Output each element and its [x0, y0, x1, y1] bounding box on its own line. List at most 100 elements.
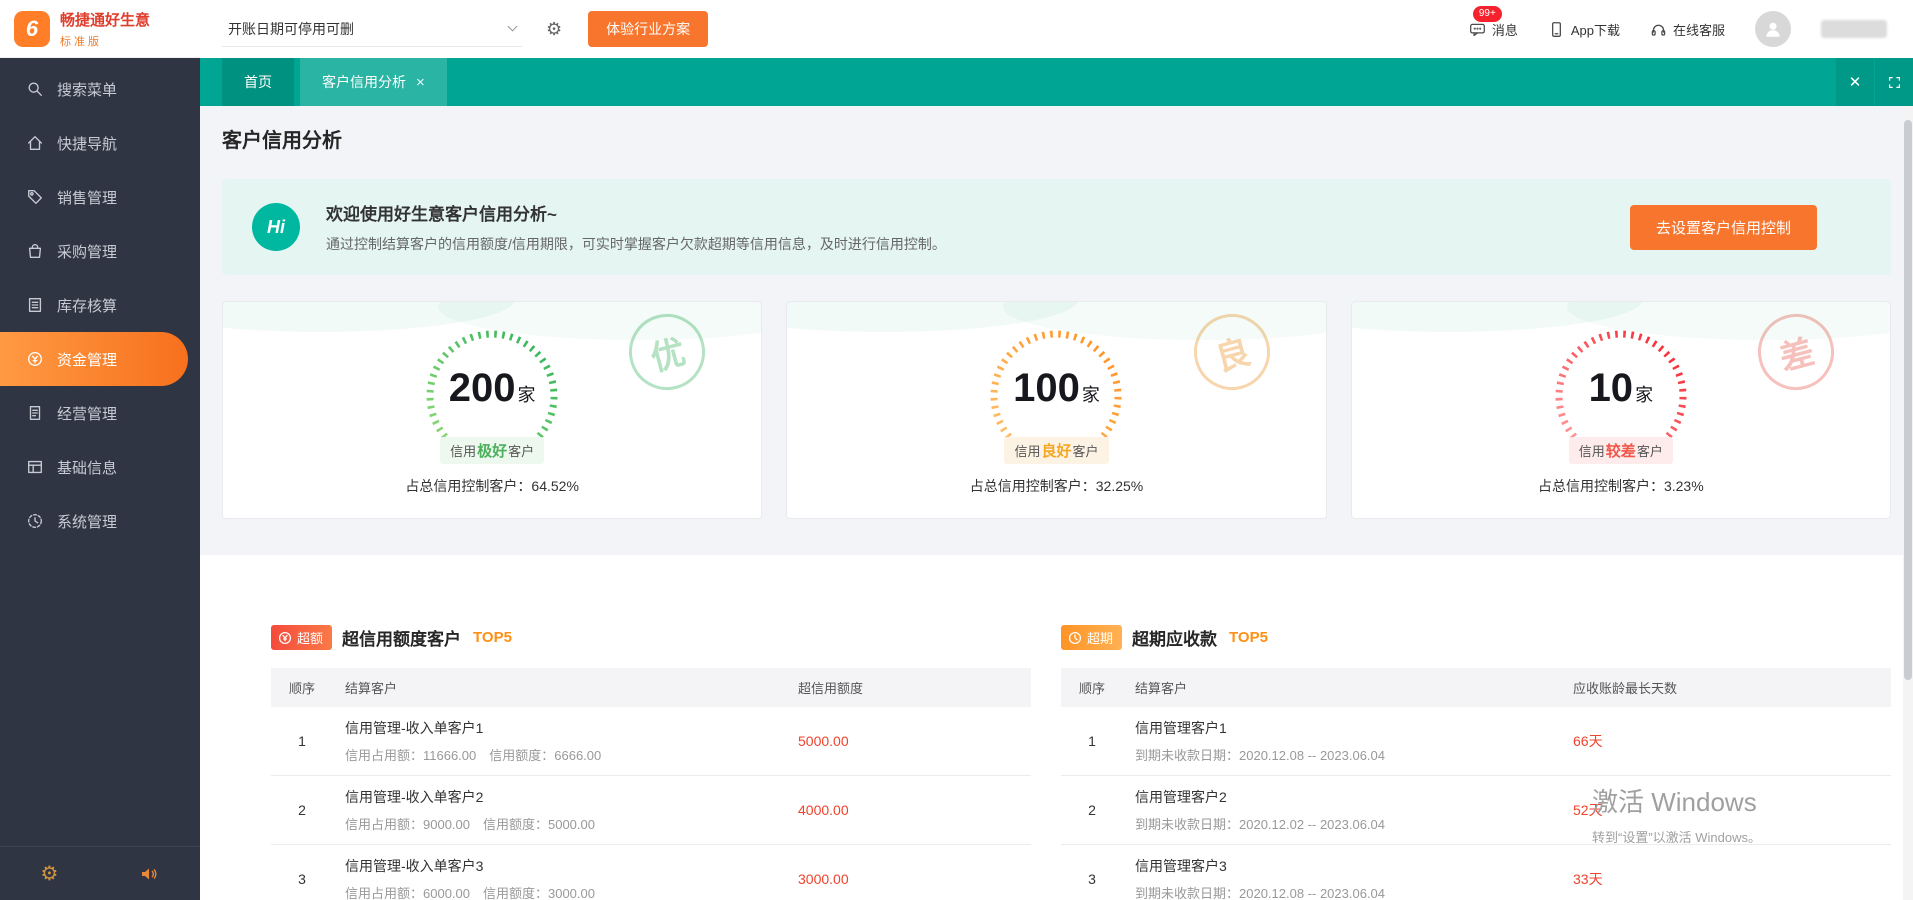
sidebar-item-label: 销售管理: [57, 189, 118, 207]
grade-stamp: 良: [1185, 305, 1279, 399]
tab-home[interactable]: 首页: [222, 58, 294, 106]
badge-prefix: 信用: [1014, 444, 1041, 459]
sidebar-item-quick-nav[interactable]: 快捷导航: [0, 116, 200, 170]
brand: 6 畅捷通好生意 标准版: [0, 0, 200, 58]
tab-actions: ✕: [1836, 58, 1913, 106]
table-row[interactable]: 1 信用管理-收入单客户1 信用占用额：11666.00 信用额度：6666.0…: [271, 707, 1031, 776]
sidebar-item-search-menu[interactable]: 搜索菜单: [0, 62, 200, 116]
credit-grade-badge: 信用较差客户: [1568, 437, 1673, 464]
over-limit-value: 3000.00: [786, 844, 1031, 900]
sidebar-item-system-management[interactable]: 系统管理: [0, 494, 200, 548]
vertical-scrollbar[interactable]: [1903, 106, 1913, 900]
credit-card-poor: 10 家 信用较差客户 占总信用控制客户：3.23% 差: [1350, 301, 1891, 519]
close-all-icon[interactable]: ✕: [1836, 58, 1874, 106]
badge-grade: 极好: [477, 443, 508, 460]
table-header-row: 顺序 结算客户 超信用额度: [271, 668, 1031, 707]
aging-days-value: 33天: [1561, 844, 1891, 900]
tag-icon: [28, 190, 42, 204]
row-index: 1: [1061, 707, 1123, 776]
main-content: 客户信用分析 Hi 欢迎使用好生意客户信用分析~ 通过控制结算客户的信用额度/信…: [200, 106, 1913, 900]
row-index: 1: [271, 707, 333, 776]
gear-icon[interactable]: ⚙: [546, 19, 562, 40]
page-title: 客户信用分析: [222, 130, 342, 152]
customer-name: 信用管理客户3: [1135, 858, 1227, 874]
messages-button[interactable]: 99+ 消息: [1469, 5, 1518, 39]
credit-limit-icon: [278, 631, 292, 644]
badge-suffix: 客户: [508, 444, 535, 459]
trial-plan-button[interactable]: 体验行业方案: [588, 11, 709, 47]
sidebar-item-label: 经营管理: [57, 405, 118, 423]
customer-detail: 到期未收款日期：2020.12.08 -- 2023.06.04: [1135, 886, 1386, 900]
table-row[interactable]: 3 信用管理-收入单客户3 信用占用额：6000.00 信用额度：3000.00…: [271, 844, 1031, 900]
clock-icon: [28, 514, 42, 528]
col-index: 顺序: [271, 668, 333, 707]
close-icon[interactable]: ×: [416, 74, 425, 91]
badge-label: 超额: [297, 631, 324, 646]
tab-credit-analysis[interactable]: 客户信用分析 ×: [300, 58, 447, 106]
sidebar-item-purchase-management[interactable]: 采购管理: [0, 224, 200, 278]
table-row[interactable]: 3 信用管理客户3 到期未收款日期：2020.12.08 -- 2023.06.…: [1061, 844, 1891, 900]
person-icon: [1766, 22, 1780, 37]
customer-count: 100: [1013, 366, 1080, 410]
table-row[interactable]: 2 信用管理-收入单客户2 信用占用额：9000.00 信用额度：5000.00…: [271, 775, 1031, 845]
tab-label: 客户信用分析: [322, 74, 406, 90]
announcement-speaker-icon[interactable]: [139, 864, 159, 884]
setup-credit-control-button[interactable]: 去设置客户信用控制: [1629, 204, 1817, 250]
table-row[interactable]: 2 信用管理客户2 到期未收款日期：2020.12.02 -- 2023.06.…: [1061, 775, 1891, 845]
badge-grade: 较差: [1605, 443, 1636, 460]
customer-detail: 信用占用额：6000.00 信用额度：3000.00: [345, 886, 595, 900]
sidebar-item-fund-management[interactable]: 资金管理: [0, 332, 188, 386]
tab-label: 首页: [244, 74, 272, 90]
badge-prefix: 信用: [450, 444, 477, 459]
row-index: 3: [271, 844, 333, 900]
sidebar-item-label: 库存核算: [57, 297, 118, 315]
messages-badge: 99+: [1472, 5, 1502, 22]
sidebar-item-sales-management[interactable]: 销售管理: [0, 170, 200, 224]
customer-name: 信用管理-收入单客户2: [345, 789, 484, 805]
sidebar-item-business-management[interactable]: 经营管理: [0, 386, 200, 440]
table-row[interactable]: 1 信用管理客户1 到期未收款日期：2020.12.08 -- 2023.06.…: [1061, 707, 1891, 776]
scrollbar-thumb[interactable]: [1904, 120, 1912, 680]
brand-edition: 标准版: [60, 35, 102, 48]
count-unit: 家: [1635, 385, 1654, 405]
headset-icon: [1651, 24, 1666, 36]
username-blurred: [1821, 20, 1887, 38]
credit-grade-badge: 信用良好客户: [1004, 437, 1109, 464]
search-icon: [28, 82, 42, 96]
customer-name: 信用管理-收入单客户1: [345, 720, 484, 736]
period-dropdown[interactable]: 开账日期可停用可删: [222, 12, 522, 47]
sidebar-menu: 搜索菜单 快捷导航 销售管理 采购管理 库存核算 资金管理 经营管理 基础信息: [0, 58, 200, 548]
overdue-badge: 超期: [1061, 625, 1123, 650]
fullscreen-icon[interactable]: [1875, 58, 1913, 106]
badge-grade: 良好: [1041, 443, 1072, 460]
sidebar-item-basic-info[interactable]: 基础信息: [0, 440, 200, 494]
over-limit-value: 5000.00: [786, 707, 1031, 776]
overdue-receivables-table: 超期 超期应收款 TOP5 顺序 结算客户 应收账龄最长天数 1 信用管理客户1: [1061, 625, 1891, 900]
grade-stamp: 差: [1749, 305, 1843, 399]
col-aging-days: 应收账龄最长天数: [1561, 668, 1891, 707]
top5-tables: 超额 超信用额度客户 TOP5 顺序 结算客户 超信用额度 1 信用管理-收入单…: [271, 625, 1891, 900]
message-icon: [1469, 23, 1485, 36]
badge-suffix: 客户: [1636, 444, 1663, 459]
sidebar: 6 畅捷通好生意 标准版 搜索菜单 快捷导航 销售管理 采购管理 库存核算 资金…: [0, 0, 200, 900]
col-customer: 结算客户: [333, 668, 786, 707]
shopping-bag-icon: [28, 244, 42, 258]
settings-gear-icon[interactable]: ⚙: [41, 861, 59, 886]
sidebar-item-label: 基础信息: [57, 459, 118, 477]
warehouse-icon: [28, 298, 42, 312]
upper-section: 客户信用分析 Hi 欢迎使用好生意客户信用分析~ 通过控制结算客户的信用额度/信…: [200, 106, 1913, 555]
count-unit: 家: [517, 385, 536, 405]
customer-name: 信用管理客户2: [1135, 789, 1227, 805]
clock-icon: [1068, 631, 1082, 644]
online-support-label: 在线客服: [1672, 22, 1725, 38]
sidebar-item-inventory-accounting[interactable]: 库存核算: [0, 278, 200, 332]
money-icon: [28, 352, 42, 366]
avatar[interactable]: [1755, 11, 1791, 47]
customer-name: 信用管理客户1: [1135, 720, 1227, 736]
online-support-button[interactable]: 在线客服: [1650, 20, 1725, 39]
brand-logo-icon: 6: [14, 10, 50, 47]
top5-label: TOP5: [473, 629, 512, 646]
banner-title: 欢迎使用好生意客户信用分析~: [326, 205, 557, 224]
document-icon: [29, 406, 41, 420]
app-download-button[interactable]: App下载: [1548, 20, 1620, 39]
